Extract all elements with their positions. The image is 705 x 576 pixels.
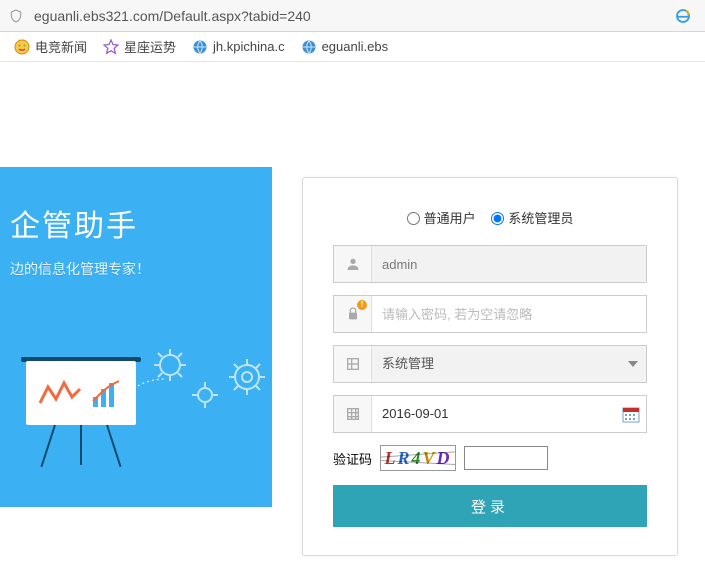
date-value: 2016-09-01 <box>372 396 646 432</box>
password-field: ! <box>333 295 647 333</box>
module-select-value: 系统管理 <box>372 346 646 382</box>
globe-icon <box>301 39 317 55</box>
bookmark-item[interactable]: 星座运势 <box>103 37 176 56</box>
bookmark-label: 星座运势 <box>124 37 176 56</box>
grid-icon <box>334 346 372 382</box>
hero-subtitle: 边的信息化管理专家！ <box>0 259 272 279</box>
star-icon <box>103 39 119 55</box>
shield-icon <box>6 6 26 26</box>
login-card: 普通用户 系统管理员 ! 系统管理 2016-09-01 验证码 <box>302 177 678 556</box>
gear-icon <box>190 380 220 410</box>
bookmark-label: jh.kpichina.c <box>213 39 285 54</box>
captcha-image[interactable]: LR4VD <box>380 445 456 471</box>
page-stage: 企管助手 边的信息化管理专家！ 普通用户 系统管理员 <box>0 62 705 576</box>
bookmark-label: 电竞新闻 <box>35 37 87 56</box>
role-label: 系统管理员 <box>508 211 573 226</box>
easel-chart-icon <box>26 357 136 471</box>
bookmark-item[interactable]: 电竞新闻 <box>14 37 87 56</box>
hero-panel: 企管助手 边的信息化管理专家！ <box>0 167 272 507</box>
ie-browser-icon <box>671 4 695 28</box>
captcha-row: 验证码 LR4VD <box>333 445 647 471</box>
hero-illustration <box>0 345 272 485</box>
chevron-down-icon <box>628 361 638 367</box>
bookmarks-bar: 电竞新闻 星座运势 jh.kpichina.c eguanli.ebs <box>0 32 705 62</box>
username-field <box>333 245 647 283</box>
hero-title: 企管助手 <box>0 201 272 245</box>
url-text[interactable]: eguanli.ebs321.com/Default.aspx?tabid=24… <box>32 8 671 24</box>
warning-badge-icon: ! <box>357 300 367 310</box>
captcha-input[interactable] <box>464 446 548 470</box>
user-icon <box>334 246 372 282</box>
smiley-icon <box>14 39 30 55</box>
browser-address-bar: eguanli.ebs321.com/Default.aspx?tabid=24… <box>0 0 705 32</box>
module-select-field[interactable]: 系统管理 <box>333 345 647 383</box>
role-radio-group: 普通用户 系统管理员 <box>333 208 647 227</box>
role-radio-normal[interactable]: 普通用户 <box>407 211 476 226</box>
lock-icon: ! <box>334 296 372 332</box>
gear-icon <box>225 355 269 399</box>
globe-icon <box>192 39 208 55</box>
password-input[interactable] <box>372 296 646 332</box>
bookmark-label: eguanli.ebs <box>322 39 389 54</box>
username-input[interactable] <box>372 246 646 282</box>
date-field[interactable]: 2016-09-01 <box>333 395 647 433</box>
captcha-label: 验证码 <box>333 449 372 468</box>
calendar-picker-icon[interactable] <box>622 405 640 423</box>
bookmark-item[interactable]: jh.kpichina.c <box>192 39 285 55</box>
login-button[interactable]: 登录 <box>333 485 647 527</box>
calendar-grid-icon <box>334 396 372 432</box>
role-radio-admin[interactable]: 系统管理员 <box>491 211 573 226</box>
bookmark-item[interactable]: eguanli.ebs <box>301 39 389 55</box>
role-label: 普通用户 <box>424 211 476 226</box>
